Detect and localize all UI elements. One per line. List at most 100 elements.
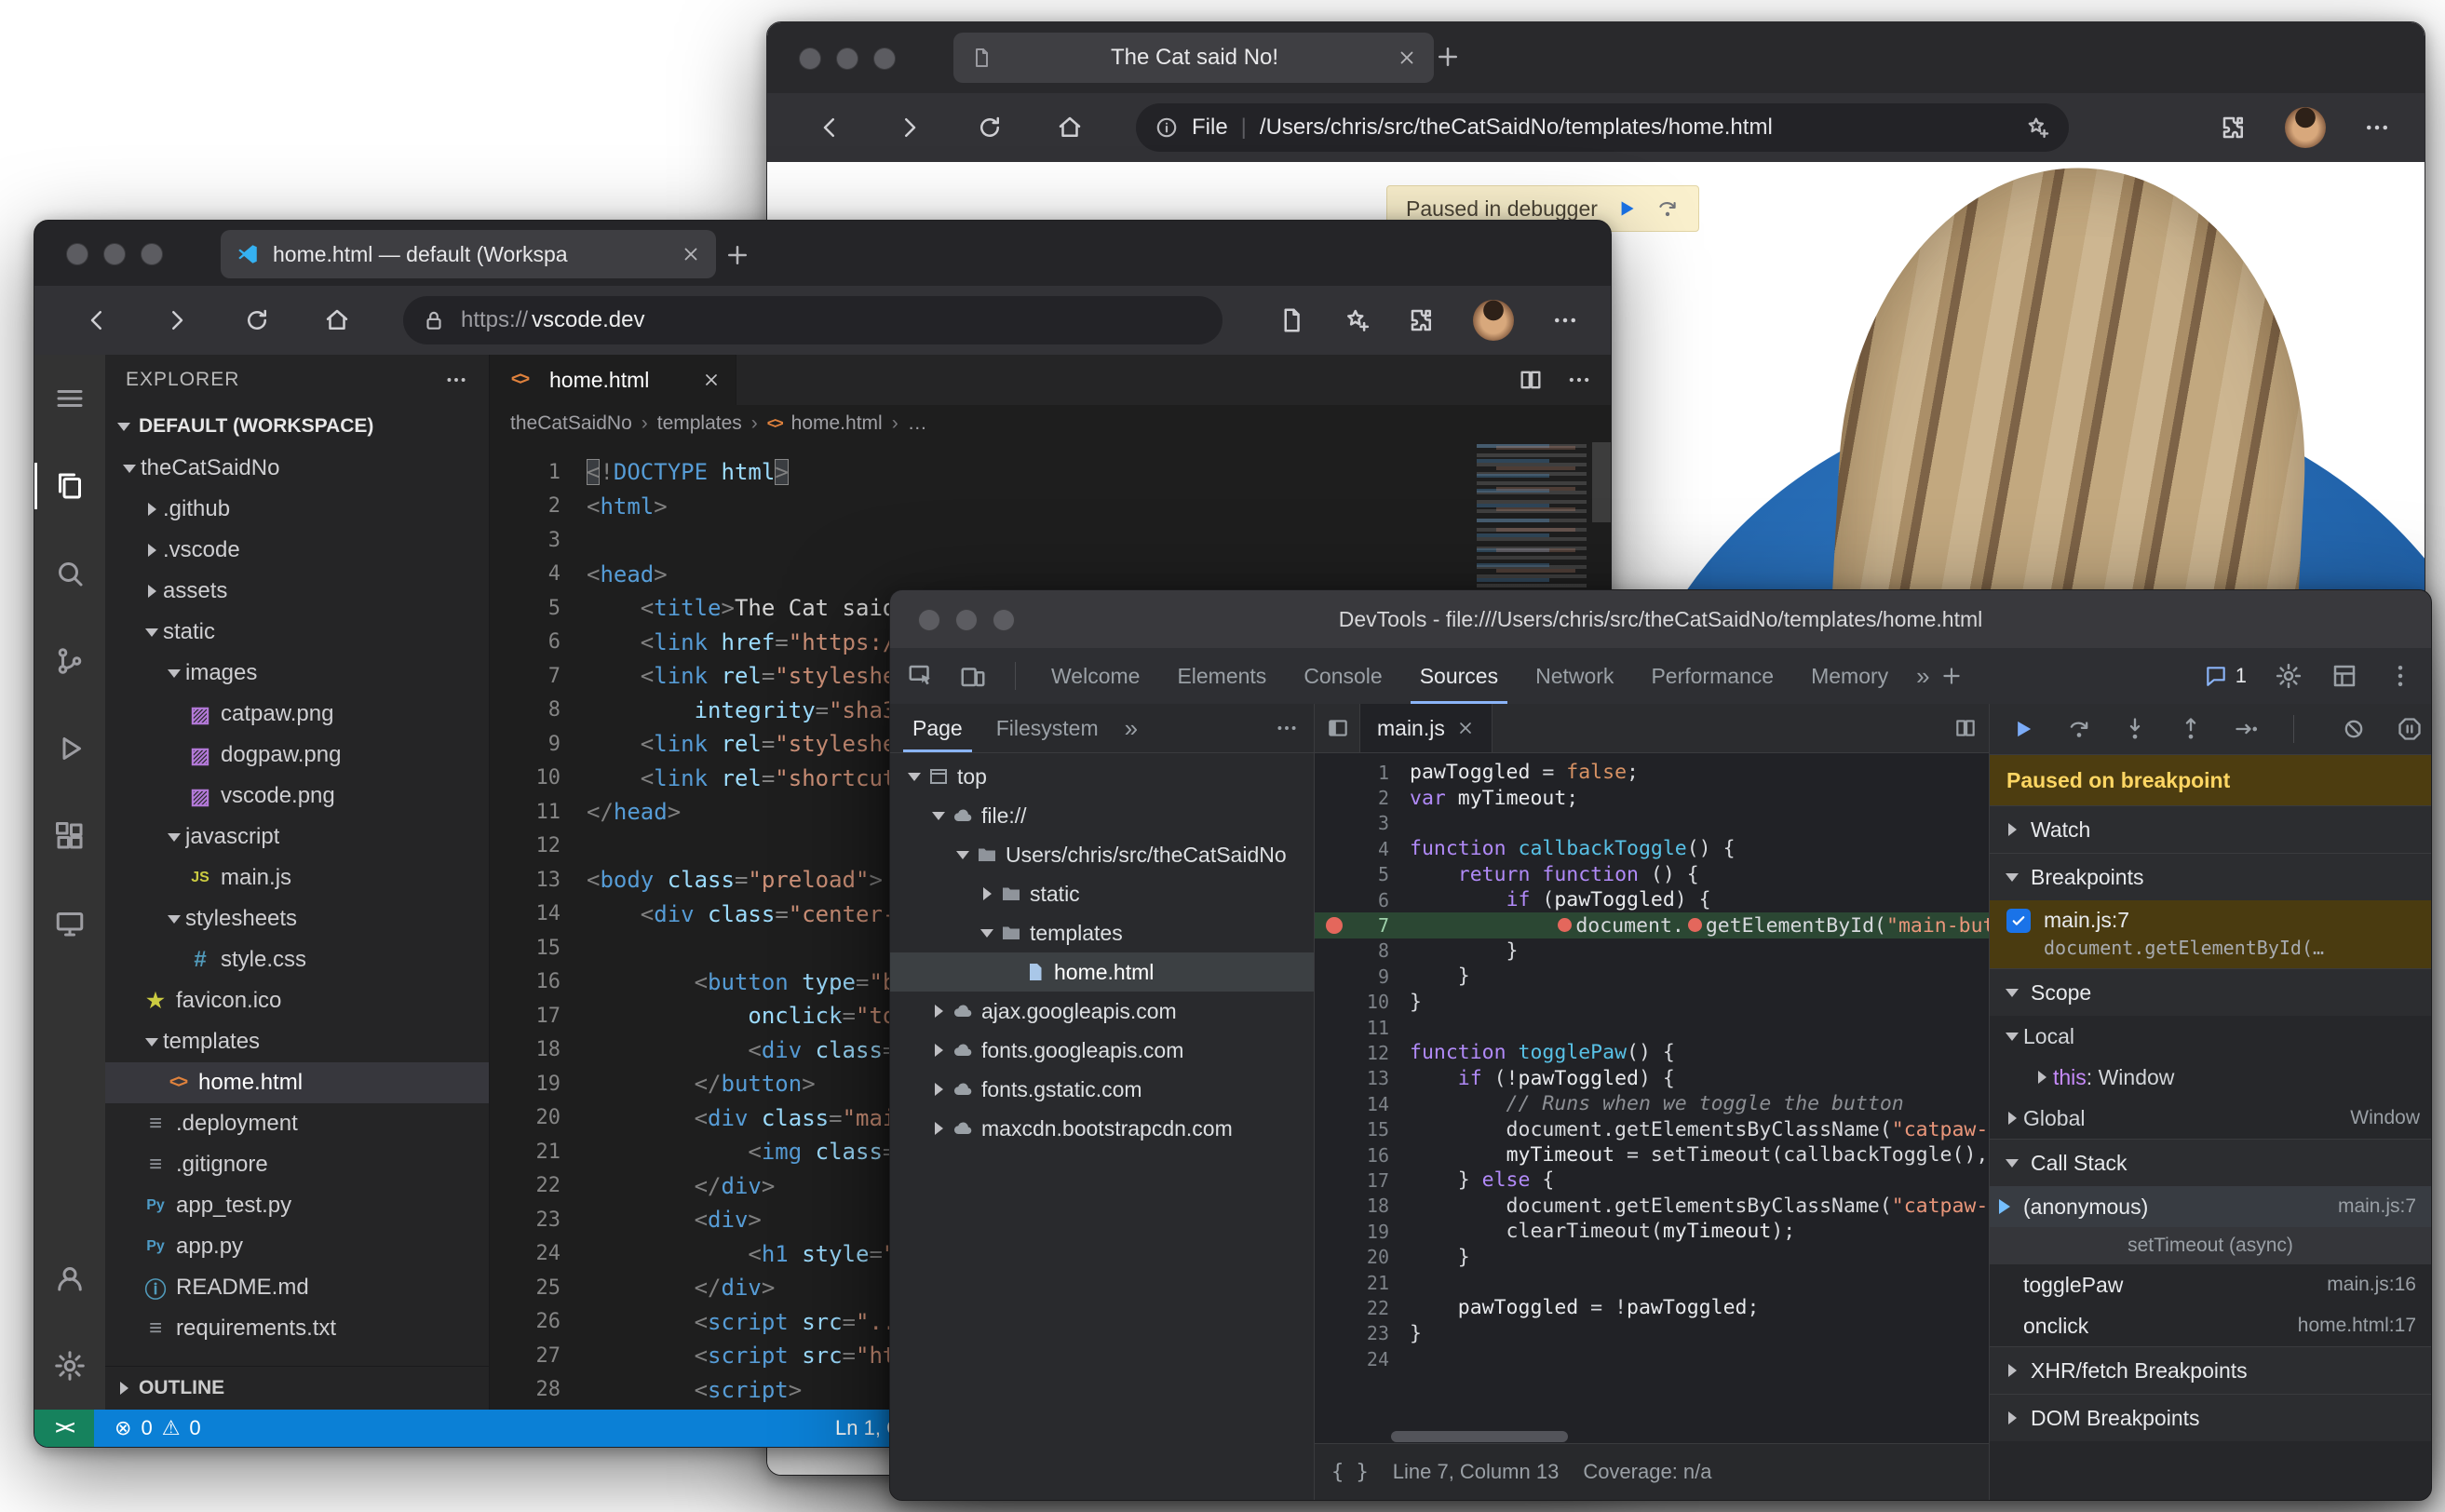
line-number[interactable]: 26 <box>490 1310 587 1333</box>
call-stack-frame-anonymous[interactable]: (anonymous) main.js:7 <box>1990 1186 2431 1227</box>
editor-scrollbar[interactable] <box>1592 442 1611 522</box>
chevron-down-icon[interactable] <box>141 621 163 643</box>
tree-item-catpaw-png[interactable]: ▨ catpaw.png <box>105 694 489 735</box>
line-number[interactable]: 7 <box>490 665 587 688</box>
tree-item--vscode[interactable]: .vscode <box>105 530 489 571</box>
tree-item-fonts-googleapis-com[interactable]: fonts.googleapis.com <box>890 1031 1314 1070</box>
chevron-right-icon[interactable] <box>976 883 998 905</box>
settings-button[interactable] <box>34 1322 105 1410</box>
issues-counter[interactable]: 1 <box>2204 664 2247 688</box>
editor-more-actions-icon[interactable] <box>1566 367 1592 393</box>
code-text[interactable]: myTimeout = setTimeout(callbackToggle(),… <box>1410 1143 1989 1167</box>
code-text[interactable]: return function () { <box>1410 863 1699 886</box>
code-line[interactable]: 19 clearTimeout(myTimeout); <box>1315 1219 1989 1244</box>
editor-options-icon[interactable] <box>1953 716 1978 740</box>
line-number[interactable]: 18 <box>490 1038 587 1061</box>
code-text[interactable]: <body class="preload"> <box>587 867 883 893</box>
breakpoint-checkbox[interactable] <box>2006 908 2031 933</box>
favorite-star-icon[interactable] <box>2024 115 2050 141</box>
line-number[interactable]: 9 <box>490 733 587 756</box>
line-number[interactable]: 4 <box>490 562 587 586</box>
code-text[interactable]: <div> <box>587 1207 762 1233</box>
account-button[interactable] <box>34 1235 105 1322</box>
line-number[interactable]: 20 <box>1315 1246 1410 1268</box>
browser-tab-vscode[interactable]: home.html — default (Workspa <box>221 230 716 278</box>
code-line[interactable]: 9 } <box>1315 964 1989 989</box>
line-number[interactable]: 9 <box>1315 965 1410 988</box>
search-view-button[interactable] <box>34 530 105 617</box>
dom-breakpoints-section-header[interactable]: DOM Breakpoints <box>1990 1394 2431 1441</box>
line-number[interactable]: 8 <box>490 698 587 722</box>
code-text[interactable]: function callbackToggle() { <box>1410 837 1736 860</box>
line-number[interactable]: 17 <box>490 1005 587 1028</box>
tree-item--gitignore[interactable]: ≡ .gitignore <box>105 1144 489 1185</box>
line-number[interactable]: 15 <box>1315 1118 1410 1141</box>
call-stack-frame-onclick[interactable]: onclick home.html:17 <box>1990 1305 2431 1346</box>
line-number[interactable]: 7 <box>1315 914 1410 937</box>
line-number[interactable]: 6 <box>490 630 587 654</box>
line-number[interactable]: 22 <box>1315 1297 1410 1319</box>
code-line[interactable]: 22 pawToggled = !pawToggled; <box>1315 1295 1989 1320</box>
forward-button[interactable] <box>163 306 191 334</box>
extensions-button[interactable] <box>34 792 105 880</box>
line-number[interactable]: 24 <box>1315 1348 1410 1370</box>
forward-button[interactable] <box>896 114 924 142</box>
code-text[interactable]: document.getElementsByClassName("catpaw-… <box>1410 1195 1989 1218</box>
profile-avatar[interactable] <box>1473 300 1514 341</box>
chevron-down-icon[interactable] <box>163 826 185 848</box>
line-number[interactable]: 10 <box>1315 991 1410 1013</box>
extensions-puzzle-icon[interactable] <box>1408 306 1436 334</box>
line-number[interactable]: 14 <box>490 902 587 925</box>
toggle-navigator-panel-icon[interactable] <box>1326 716 1350 740</box>
line-number[interactable]: 4 <box>1315 838 1410 860</box>
code-text[interactable]: pawToggled = false; <box>1410 761 1639 784</box>
tree-item-style-css[interactable]: # style.css <box>105 939 489 980</box>
add-tab-icon[interactable] <box>1939 664 1964 688</box>
code-line[interactable]: 7 document.getElementById("main-button")… <box>1315 912 1989 938</box>
code-line[interactable]: 17 } else { <box>1315 1168 1989 1193</box>
close-window-button[interactable] <box>918 609 940 631</box>
close-tab-icon[interactable] <box>1397 47 1417 68</box>
tree-item--deployment[interactable]: ≡ .deployment <box>105 1103 489 1144</box>
line-number[interactable]: 23 <box>1315 1322 1410 1344</box>
chevron-right-icon[interactable] <box>927 1078 950 1100</box>
home-button[interactable] <box>1056 114 1084 142</box>
code-text[interactable]: </div> <box>587 1173 776 1199</box>
line-number[interactable]: 10 <box>490 766 587 790</box>
workspace-section-header[interactable]: DEFAULT (WORKSPACE) <box>105 405 489 448</box>
breadcrumb-folder[interactable]: templates <box>657 412 742 435</box>
address-bar[interactable]: https://vscode.dev <box>403 296 1222 344</box>
new-tab-button[interactable] <box>1434 43 1462 71</box>
tree-item-favicon-ico[interactable]: ★ favicon.ico <box>105 980 489 1021</box>
chevron-down-icon[interactable] <box>141 1031 163 1053</box>
tree-item-templates[interactable]: templates <box>105 1021 489 1062</box>
tree-item-images[interactable]: images <box>105 653 489 694</box>
code-text[interactable]: } <box>1410 1246 1470 1269</box>
sources-tab-main-js[interactable]: main.js <box>1359 704 1493 752</box>
close-window-button[interactable] <box>799 47 821 70</box>
code-line[interactable]: 10} <box>1315 990 1989 1015</box>
line-number[interactable]: 13 <box>1315 1067 1410 1089</box>
line-number[interactable]: 15 <box>490 937 587 960</box>
code-line[interactable]: 3 <box>1315 811 1989 836</box>
inline-breakpoint-icon[interactable] <box>1558 917 1573 932</box>
settings-gear-icon[interactable] <box>2275 662 2303 690</box>
tree-item-stylesheets[interactable]: stylesheets <box>105 898 489 939</box>
call-stack-frame-togglepaw[interactable]: togglePaw main.js:16 <box>1990 1264 2431 1305</box>
chevron-right-icon[interactable] <box>927 1000 950 1022</box>
tab-network[interactable]: Network <box>1517 648 1632 704</box>
code-text[interactable]: clearTimeout(myTimeout); <box>1410 1220 1796 1243</box>
line-number[interactable]: 3 <box>1315 812 1410 834</box>
code-text[interactable]: pawToggled = !pawToggled; <box>1410 1296 1760 1319</box>
code-line[interactable]: 2 var myTimeout; <box>1315 785 1989 810</box>
code-text[interactable]: document.getElementById("main-button").d… <box>1410 914 1989 938</box>
breadcrumb-file[interactable]: home.html <box>791 412 883 435</box>
close-editor-icon[interactable] <box>702 371 721 389</box>
tree-item-static[interactable]: static <box>890 874 1314 913</box>
tab-memory[interactable]: Memory <box>1792 648 1907 704</box>
code-line[interactable]: 16 myTimeout = setTimeout(callbackToggle… <box>1315 1142 1989 1168</box>
tree-item-static[interactable]: static <box>105 612 489 653</box>
code-text[interactable]: var myTimeout; <box>1410 787 1578 810</box>
tree-item-top[interactable]: top <box>890 757 1314 796</box>
tree-item-thecatsaidno[interactable]: theCatSaidNo <box>105 448 489 489</box>
